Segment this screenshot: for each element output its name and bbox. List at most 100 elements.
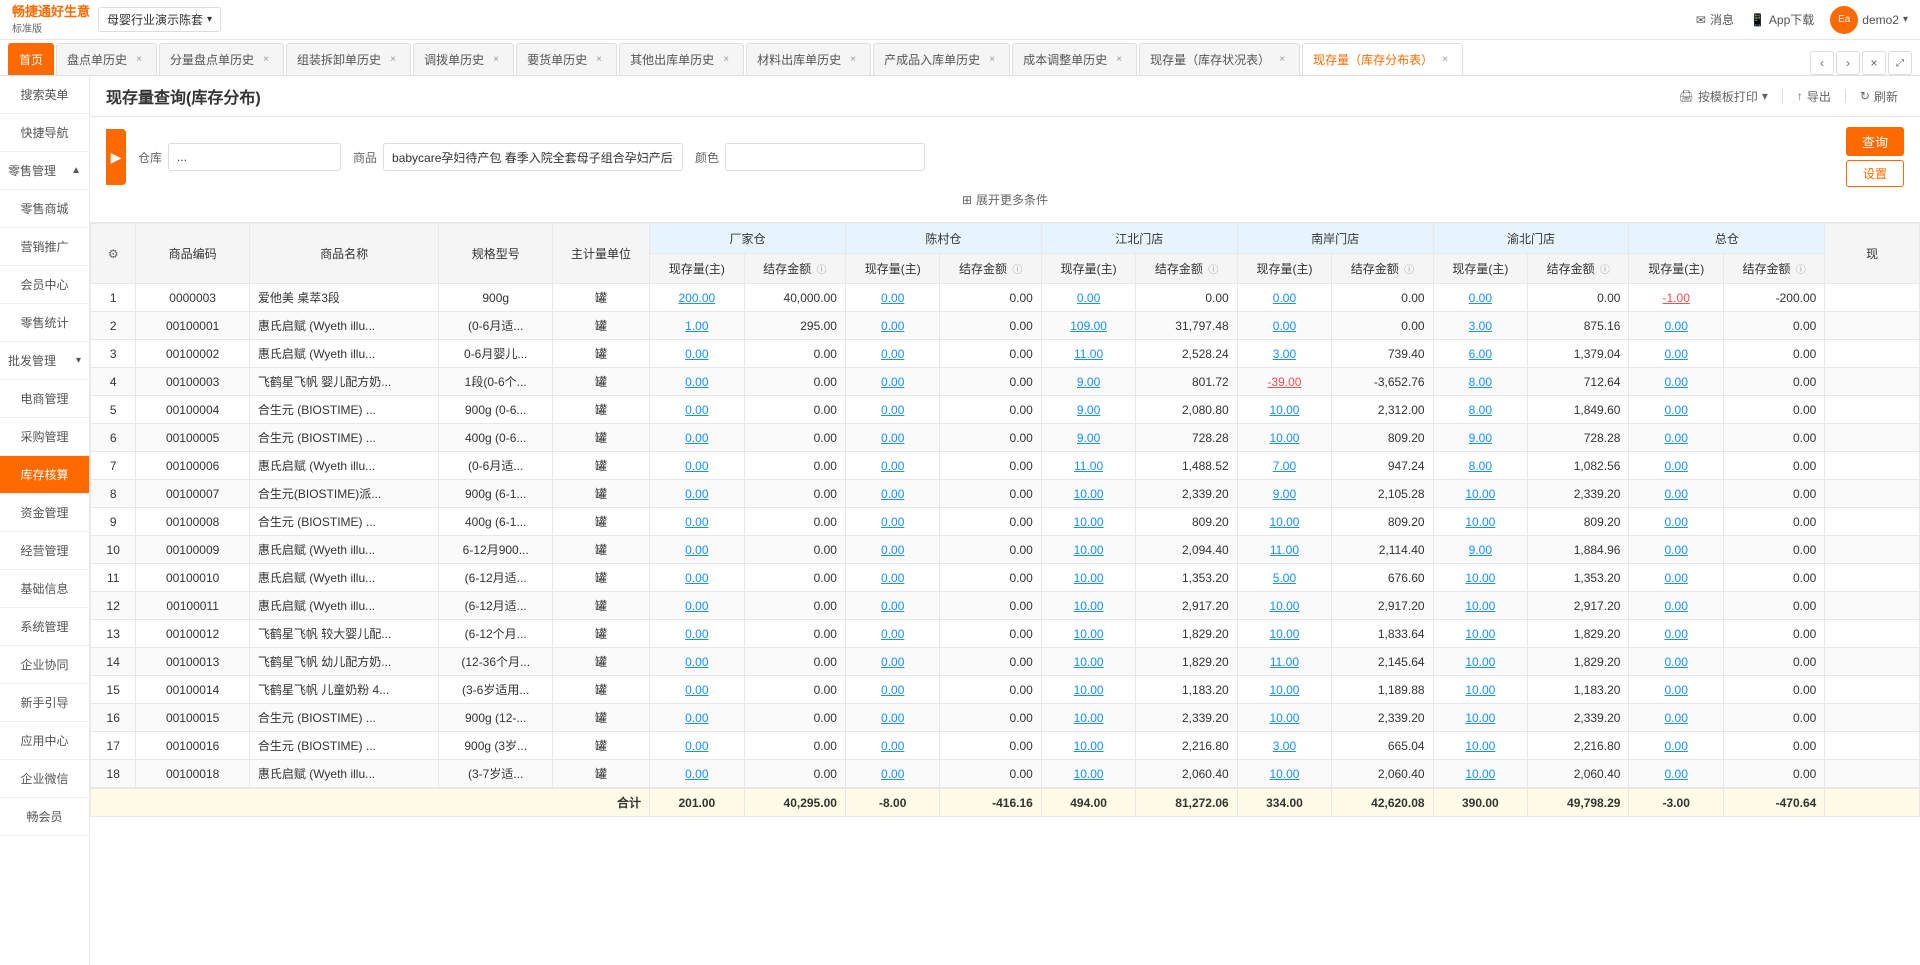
sidebar-item-retail-stats[interactable]: 零售统计: [0, 304, 89, 342]
sidebar-item-system[interactable]: 系统管理: [0, 608, 89, 646]
row-jiangbei-amt: 1,488.52: [1136, 452, 1237, 480]
refresh-btn[interactable]: ↻ 刷新: [1854, 86, 1904, 107]
tab-close-assemble[interactable]: ×: [386, 53, 400, 67]
row-yubeimen-stock: 10.00: [1433, 760, 1528, 789]
sidebar-item-label: 零售管理: [8, 162, 56, 179]
row-unit: 罐: [552, 536, 649, 564]
sidebar-item-enterprise[interactable]: 企业协同: [0, 646, 89, 684]
query-button[interactable]: 查询: [1846, 127, 1904, 156]
row-nanan-amt: 2,114.40: [1332, 536, 1433, 564]
tab-stock-dist[interactable]: 现存量（库存分布表） ×: [1302, 43, 1463, 75]
sidebar-item-vip[interactable]: 畅会员: [0, 798, 89, 836]
info-icon[interactable]: ⓘ: [1012, 265, 1022, 276]
tab-other-out-label: 其他出库单历史: [630, 51, 714, 68]
tab-material-out[interactable]: 材料出库单历史 ×: [746, 43, 871, 75]
settings-button[interactable]: 设置: [1846, 160, 1904, 187]
total-amt-header: 结存金额 ⓘ: [1723, 254, 1824, 284]
tab-close-product-in[interactable]: ×: [985, 53, 999, 67]
tab-close-stock-status[interactable]: ×: [1275, 53, 1289, 67]
user-menu[interactable]: Ea demo2 ▾: [1830, 6, 1908, 34]
info-icon[interactable]: ⓘ: [1208, 265, 1218, 276]
warehouse-input[interactable]: [168, 143, 341, 171]
sidebar-item-label: 经营管理: [20, 544, 68, 558]
row-nanan-stock: 11.00: [1237, 648, 1332, 676]
row-jiangbei-amt: 2,917.20: [1136, 592, 1237, 620]
tab-prev-btn[interactable]: ‹: [1810, 51, 1834, 75]
tab-close-other-out[interactable]: ×: [719, 53, 733, 67]
tab-close-stock-dist[interactable]: ×: [1438, 53, 1452, 67]
row-code: 00100016: [136, 732, 249, 760]
tab-home[interactable]: 首页: [8, 43, 54, 75]
sidebar-item-ecommerce[interactable]: 电商管理: [0, 380, 89, 418]
sidebar-item-basic[interactable]: 基础信息: [0, 570, 89, 608]
row-name: 惠氏启赋 (Wyeth illu...: [249, 564, 439, 592]
row-chen-stock: 0.00: [845, 620, 940, 648]
sidebar-item-appstore[interactable]: 应用中心: [0, 722, 89, 760]
tab-score-point[interactable]: 分量盘点单历史 ×: [159, 43, 284, 75]
expand-btn[interactable]: ⊞ 展开更多条件: [962, 191, 1048, 208]
row-yubeimen-amt: 809.20: [1528, 508, 1629, 536]
tab-product-in[interactable]: 产成品入库单历史 ×: [873, 43, 1010, 75]
sidebar-item-stock[interactable]: 库存核算: [0, 456, 89, 494]
sidebar-item-quick-nav[interactable]: 快捷导航: [0, 114, 89, 152]
row-factory-stock: 0.00: [650, 676, 745, 704]
goods-input[interactable]: [383, 143, 683, 171]
tab-close-score-point[interactable]: ×: [259, 53, 273, 67]
gear-icon[interactable]: ⚙: [108, 247, 119, 261]
row-code: 0000003: [136, 284, 249, 312]
org-dropdown[interactable]: 母婴行业演示陈套 ▾: [98, 7, 221, 32]
message-btn[interactable]: ✉ 消息: [1696, 11, 1734, 28]
tab-stock-status-label: 现存量（库存状况表）: [1150, 51, 1270, 68]
sidebar-item-guide[interactable]: 新手引导: [0, 684, 89, 722]
tab-close-point[interactable]: ×: [132, 53, 146, 67]
tab-next-btn[interactable]: ›: [1836, 51, 1860, 75]
row-nanan-amt: 947.24: [1332, 452, 1433, 480]
row-name: 惠氏启赋 (Wyeth illu...: [249, 340, 439, 368]
tab-close-material-out[interactable]: ×: [846, 53, 860, 67]
row-current: [1825, 536, 1920, 564]
tab-other-out[interactable]: 其他出库单历史 ×: [619, 43, 744, 75]
tab-transfer[interactable]: 调拨单历史 ×: [413, 43, 514, 75]
tab-close-requisition[interactable]: ×: [592, 53, 606, 67]
tab-assemble[interactable]: 组装拆卸单历史 ×: [286, 43, 411, 75]
sidebar-item-business[interactable]: 经营管理: [0, 532, 89, 570]
tab-close-transfer[interactable]: ×: [489, 53, 503, 67]
sidebar-item-finance[interactable]: 资金管理: [0, 494, 89, 532]
sidebar-item-search-hero[interactable]: 搜索英单: [0, 76, 89, 114]
sidebar-item-purchase[interactable]: 采购管理: [0, 418, 89, 456]
tab-close-cost-adjust[interactable]: ×: [1112, 53, 1126, 67]
row-yubeimen-stock: 10.00: [1433, 704, 1528, 732]
tab-requisition[interactable]: 要货单历史 ×: [516, 43, 617, 75]
sidebar-item-retail-mgmt[interactable]: 零售管理 ▲: [0, 152, 89, 190]
row-total-amt: 0.00: [1723, 508, 1824, 536]
sidebar-item-member[interactable]: 会员中心: [0, 266, 89, 304]
sidebar-item-retail-shop[interactable]: 零售商城: [0, 190, 89, 228]
color-input[interactable]: [725, 143, 925, 171]
row-nanan-amt: 809.20: [1332, 508, 1433, 536]
export-btn[interactable]: ↑ 导出: [1791, 86, 1837, 107]
sidebar-item-marketing[interactable]: 营销推广: [0, 228, 89, 266]
row-code: 00100005: [136, 424, 249, 452]
info-icon[interactable]: ⓘ: [1600, 265, 1610, 276]
row-index: 5: [91, 396, 136, 424]
info-icon[interactable]: ⓘ: [1404, 265, 1414, 276]
sidebar-item-wholesale[interactable]: 批发管理 ▾: [0, 342, 89, 380]
tab-transfer-label: 调拨单历史: [424, 51, 484, 68]
info-icon[interactable]: ⓘ: [1796, 265, 1806, 276]
info-icon[interactable]: ⓘ: [816, 265, 826, 276]
sidebar-item-wechat[interactable]: 企业微信: [0, 760, 89, 798]
app-download-btn[interactable]: 📱 App下载: [1750, 11, 1814, 28]
tab-cost-adjust[interactable]: 成本调整单历史 ×: [1012, 43, 1137, 75]
tab-close-all-btn[interactable]: ×: [1862, 51, 1886, 75]
print-btn[interactable]: 🖨 按模板打印 ▾: [1673, 86, 1774, 107]
tab-stock-status[interactable]: 现存量（库存状况表） ×: [1139, 43, 1300, 75]
row-total-stock: 0.00: [1629, 368, 1724, 396]
row-current: [1825, 312, 1920, 340]
tab-maximize-btn[interactable]: ⤢: [1888, 51, 1912, 75]
sidebar: 搜索英单 快捷导航 零售管理 ▲ 零售商城 营销推广 会员中心 零售统计 批发管…: [0, 76, 90, 965]
row-yubeimen-stock: 10.00: [1433, 592, 1528, 620]
row-total-stock: 0.00: [1629, 508, 1724, 536]
tab-point[interactable]: 盘点单历史 ×: [56, 43, 157, 75]
row-unit: 罐: [552, 480, 649, 508]
collapse-arrow-btn[interactable]: ▶: [106, 129, 126, 185]
